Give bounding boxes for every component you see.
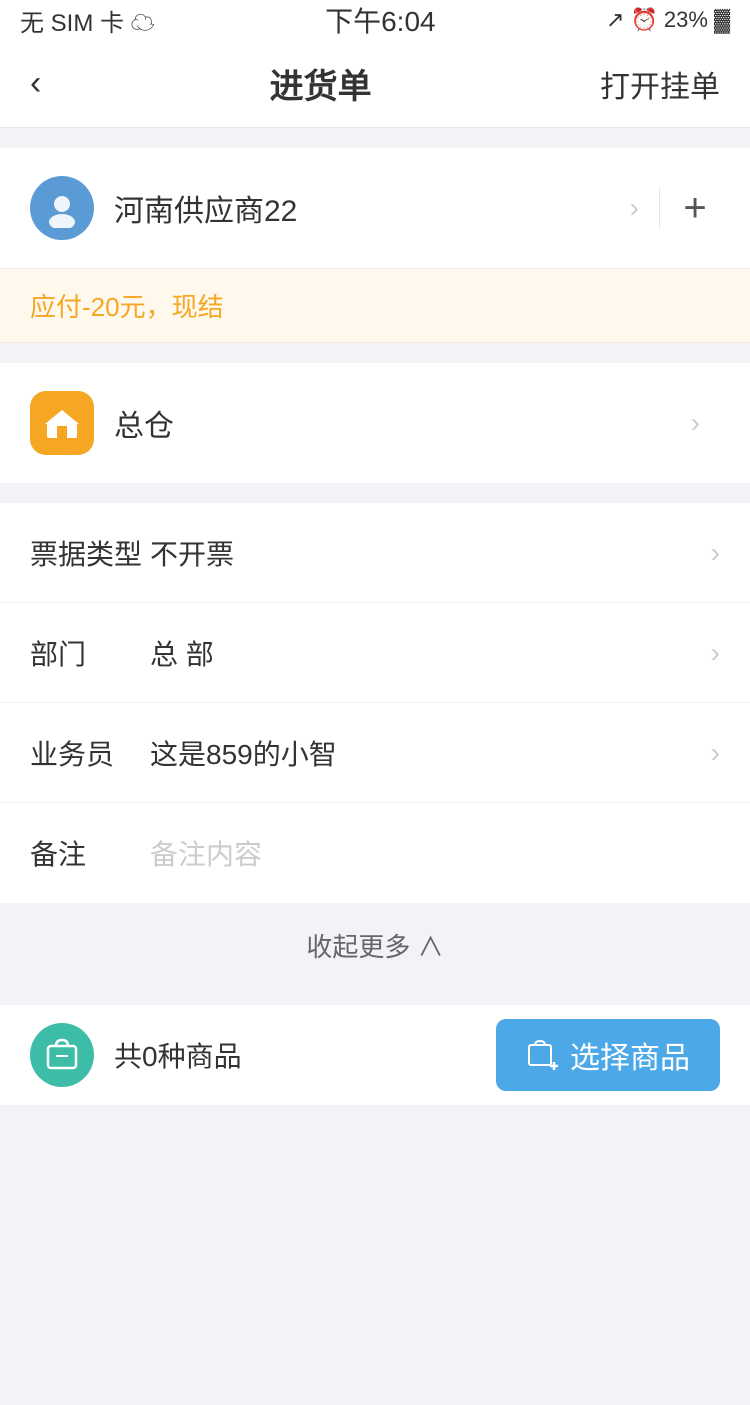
invoice-type-value: 不开票 xyxy=(150,533,711,573)
bottom-bar: 共0种商品 选择商品 xyxy=(0,1005,750,1105)
salesperson-chevron-icon: › xyxy=(711,737,720,769)
salesperson-label: 业务员 xyxy=(30,733,150,773)
page-background xyxy=(0,1105,750,1405)
select-goods-button[interactable]: 选择商品 xyxy=(496,1019,720,1091)
notice-text: 应付-20元，现结 xyxy=(30,292,224,322)
collapse-row[interactable]: 收起更多 ∧ xyxy=(0,905,750,985)
notice-bar: 应付-20元，现结 xyxy=(0,269,750,343)
invoice-type-chevron-icon: › xyxy=(711,537,720,569)
warehouse-card[interactable]: 总仓 › xyxy=(0,363,750,483)
goods-icon xyxy=(30,1023,94,1087)
warehouse-icon xyxy=(30,391,94,455)
battery-icon: ▓ xyxy=(714,7,730,33)
page-title: 进货单 xyxy=(270,59,372,108)
invoice-type-label: 票据类型 xyxy=(30,533,150,573)
remark-label: 备注 xyxy=(30,833,150,873)
form-section: 票据类型 不开票 › 部门 总 部 › 业务员 这是859的小智 › 备注 备注… xyxy=(0,503,750,903)
department-row[interactable]: 部门 总 部 › xyxy=(0,603,750,703)
department-chevron-icon: › xyxy=(711,637,720,669)
warehouse-chevron-icon: › xyxy=(691,407,700,439)
warehouse-row[interactable]: 总仓 › xyxy=(0,363,750,483)
select-goods-label: 选择商品 xyxy=(570,1033,690,1077)
salesperson-row[interactable]: 业务员 这是859的小智 › xyxy=(0,703,750,803)
warehouse-name: 总仓 xyxy=(114,401,691,445)
supplier-name: 河南供应商22 xyxy=(114,186,630,230)
goods-count-text: 共0种商品 xyxy=(114,1035,496,1075)
collapse-label: 收起更多 ∧ xyxy=(306,927,443,964)
section-gap-1 xyxy=(0,128,750,148)
status-bar: 无 SIM 卡 ☁ 下午6:04 ↗ ⏰ 23% ▓ xyxy=(0,0,750,40)
invoice-type-row[interactable]: 票据类型 不开票 › xyxy=(0,503,750,603)
salesperson-value: 这是859的小智 xyxy=(150,733,711,773)
supplier-avatar xyxy=(30,176,94,240)
location-icon: ↗ xyxy=(606,7,624,33)
supplier-card: 河南供应商22 › + 应付-20元，现结 xyxy=(0,148,750,343)
nav-bar: ‹ 进货单 打开挂单 xyxy=(0,40,750,128)
alarm-icon: ⏰ xyxy=(630,7,657,33)
battery-text: 23% xyxy=(664,7,708,33)
divider xyxy=(659,188,660,228)
status-time: 下午6:04 xyxy=(325,0,436,40)
status-left: 无 SIM 卡 ☁ xyxy=(20,3,155,38)
back-button[interactable]: ‹ xyxy=(30,64,41,103)
remark-row[interactable]: 备注 备注内容 xyxy=(0,803,750,903)
section-gap-2 xyxy=(0,343,750,363)
department-value: 总 部 xyxy=(150,633,711,673)
add-supplier-button[interactable]: + xyxy=(670,183,720,233)
supplier-chevron-icon: › xyxy=(630,192,639,224)
remark-placeholder: 备注内容 xyxy=(150,833,720,873)
department-label: 部门 xyxy=(30,633,150,673)
status-right: ↗ ⏰ 23% ▓ xyxy=(606,7,730,33)
signal-text: 无 SIM 卡 ☁ xyxy=(20,3,155,38)
supplier-row[interactable]: 河南供应商22 › + xyxy=(0,148,750,269)
open-pending-button[interactable]: 打开挂单 xyxy=(600,62,720,106)
